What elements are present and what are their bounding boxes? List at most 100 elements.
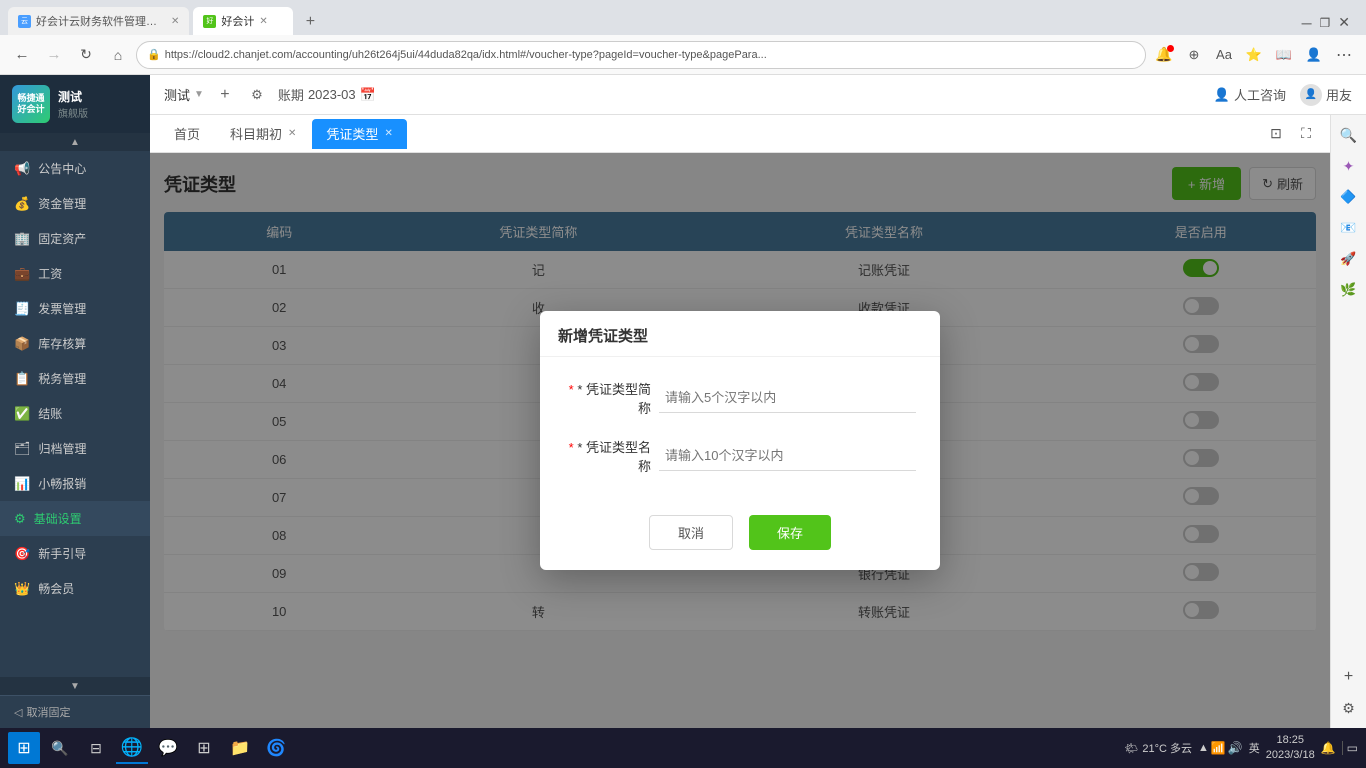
user-avatar: 👤 [1300, 84, 1322, 106]
sidebar-item-checkout[interactable]: ✅ 结账 [0, 396, 150, 431]
period-value: 2023-03 [308, 87, 356, 102]
right-search-icon[interactable]: 🔍 [1335, 121, 1363, 149]
taskbar-apps-btn[interactable]: ⊞ [188, 732, 220, 764]
nav-badge-icon[interactable]: 🔔 [1150, 41, 1178, 69]
restore-btn[interactable]: ❐ [1320, 16, 1331, 30]
start-button[interactable]: ⊞ [8, 732, 40, 764]
sidebar-nav: 📢 公告中心 💰 资金管理 🏢 固定资产 💼 工资 🧾 发票管理 📦 库 [0, 151, 150, 677]
app-header: 测试 ▼ + ⚙ 账期 2023-03 📅 👤 人工咨询 👤 用友 [150, 75, 1366, 115]
tab-subject-init[interactable]: 科目期初 ✕ [216, 119, 310, 149]
nav-icon-4[interactable]: ⭐ [1240, 41, 1268, 69]
workspace-settings-btn[interactable]: ⚙ [246, 84, 268, 106]
taskbar-clock[interactable]: 18:25 2023/3/18 [1266, 733, 1315, 764]
systray-lang[interactable]: 英 [1249, 740, 1260, 756]
taskbar-wechat-btn[interactable]: 💬 [152, 732, 184, 764]
tab-subject-init-close[interactable]: ✕ [288, 128, 296, 139]
systray-up-icon[interactable]: ▲ [1198, 742, 1209, 754]
cancel-fixed-icon: ◁ [14, 706, 22, 719]
tab-title-1: 好会计云财务软件管理系统_会计 [36, 13, 166, 29]
nav-icon-3[interactable]: Aa [1210, 41, 1238, 69]
nav-back-btn[interactable]: ← [8, 41, 36, 69]
tab-close-2[interactable]: ✕ [259, 16, 267, 27]
notification-icon[interactable]: 🔔 [1321, 741, 1336, 755]
systray-sound-icon[interactable]: 🔊 [1228, 741, 1243, 755]
taskbar-view-btn[interactable]: ⊟ [80, 732, 112, 764]
taskbar-chrome-btn[interactable]: 🌐 [116, 732, 148, 764]
nav-icon-6[interactable]: 👤 [1300, 41, 1328, 69]
sidebar-scroll-down[interactable]: ▼ [0, 677, 150, 695]
sidebar-item-fixed-assets[interactable]: 🏢 固定资产 [0, 221, 150, 256]
right-star-icon[interactable]: ✦ [1335, 152, 1363, 180]
sidebar-item-tax[interactable]: 📋 税务管理 [0, 361, 150, 396]
systray-wifi-icon[interactable]: 📶 [1211, 741, 1226, 755]
cancel-button[interactable]: 取消 [649, 515, 733, 550]
checkout-label: 结账 [38, 405, 62, 422]
consult-btn[interactable]: 👤 人工咨询 [1214, 85, 1286, 104]
abbr-input[interactable] [659, 383, 916, 413]
sidebar-item-invoice[interactable]: 🧾 发票管理 [0, 291, 150, 326]
user-btn[interactable]: 👤 用友 [1300, 84, 1352, 106]
main-area: 测试 ▼ + ⚙ 账期 2023-03 📅 👤 人工咨询 👤 用友 [150, 75, 1366, 728]
new-tab-btn[interactable]: + [297, 9, 323, 35]
nav-home-btn[interactable]: ⌂ [104, 41, 132, 69]
form-row-name: * * 凭证类型名称 [564, 437, 916, 475]
sidebar-item-capital[interactable]: 💰 资金管理 [0, 186, 150, 221]
period-calendar-icon[interactable]: 📅 [360, 87, 376, 103]
right-ext1-icon[interactable]: 📧 [1335, 214, 1363, 242]
tab-voucher-type-label: 凭证类型 [326, 124, 378, 143]
sidebar-item-basic-settings[interactable]: ⚙ 基础设置 [0, 501, 150, 536]
sidebar-item-report[interactable]: 📊 小畅报销 [0, 466, 150, 501]
sidebar-scroll-up[interactable]: ▲ [0, 133, 150, 151]
tab-expand-btn[interactable]: ⊡ [1262, 120, 1290, 148]
sidebar-item-announcement[interactable]: 📢 公告中心 [0, 151, 150, 186]
sidebar-item-salary[interactable]: 💼 工资 [0, 256, 150, 291]
save-button[interactable]: 保存 [749, 515, 831, 550]
cancel-fixed-label: 取消固定 [26, 704, 70, 720]
nav-forward-btn[interactable]: → [40, 41, 68, 69]
sidebar-item-archive[interactable]: 🗂 归档管理 [0, 431, 150, 466]
tab-2[interactable]: 好 好会计 ✕ [193, 7, 293, 35]
header-right: 👤 人工咨询 👤 用友 [1214, 84, 1352, 106]
invoice-label: 发票管理 [38, 300, 86, 317]
right-ai-icon[interactable]: 🔷 [1335, 183, 1363, 211]
workspace-selector[interactable]: 测试 ▼ [164, 85, 204, 104]
sidebar-item-guide[interactable]: 🎯 新手引导 [0, 536, 150, 571]
taskbar-files-btn[interactable]: 📁 [224, 732, 256, 764]
guide-label: 新手引导 [38, 545, 86, 562]
nav-more-btn[interactable]: ⋯ [1330, 41, 1358, 69]
desktop-icon[interactable]: ▭ [1342, 741, 1358, 755]
address-bar[interactable]: 🔒 https://cloud2.chanjet.com/accounting/… [136, 41, 1146, 69]
right-settings-icon[interactable]: ⚙ [1335, 694, 1363, 722]
app-container: 畅捷通好会计 测试 旗舰版 ▲ 📢 公告中心 💰 资金管理 🏢 固定资产 � [0, 75, 1366, 728]
close-btn[interactable]: ✕ [1338, 14, 1350, 31]
right-ext2-icon[interactable]: 🚀 [1335, 245, 1363, 273]
modal: 新增凭证类型 * * 凭证类型简称 [540, 311, 940, 570]
nav-icon-2[interactable]: ⊕ [1180, 41, 1208, 69]
capital-label: 资金管理 [38, 195, 86, 212]
sidebar-header: 畅捷通好会计 测试 旗舰版 [0, 75, 150, 133]
tab-voucher-type[interactable]: 凭证类型 ✕ [312, 119, 406, 149]
browser-navbar: ← → ↻ ⌂ 🔒 https://cloud2.chanjet.com/acc… [0, 35, 1366, 75]
tab-voucher-type-close[interactable]: ✕ [384, 128, 392, 139]
fixed-assets-label: 固定资产 [38, 230, 86, 247]
tab-1[interactable]: 云 好会计云财务软件管理系统_会计 ✕ [8, 7, 189, 35]
taskbar-edge-btn[interactable]: 🌀 [260, 732, 292, 764]
add-workspace-btn[interactable]: + [214, 84, 236, 106]
name-input[interactable] [659, 441, 916, 471]
right-add-icon[interactable]: + [1335, 663, 1363, 691]
modal-header: 新增凭证类型 [540, 311, 940, 357]
taskbar-search-btn[interactable]: 🔍 [44, 732, 76, 764]
systray-icons: ▲ 📶 🔊 [1198, 741, 1243, 755]
right-ext3-icon[interactable]: 🌿 [1335, 276, 1363, 304]
minimize-btn[interactable]: ─ [1302, 15, 1312, 31]
tab-close-1[interactable]: ✕ [171, 16, 179, 27]
cancel-fixed-btn[interactable]: ◁ 取消固定 [0, 695, 150, 728]
nav-icon-5[interactable]: 📖 [1270, 41, 1298, 69]
address-text: https://cloud2.chanjet.com/accounting/uh… [165, 49, 767, 61]
period-label: 账期 [278, 85, 304, 104]
tab-fullscreen-btn[interactable]: ⛶ [1292, 120, 1320, 148]
sidebar-item-inventory[interactable]: 📦 库存核算 [0, 326, 150, 361]
tab-home[interactable]: 首页 [160, 119, 214, 149]
sidebar-item-membership[interactable]: 👑 畅会员 [0, 571, 150, 606]
nav-refresh-btn[interactable]: ↻ [72, 41, 100, 69]
